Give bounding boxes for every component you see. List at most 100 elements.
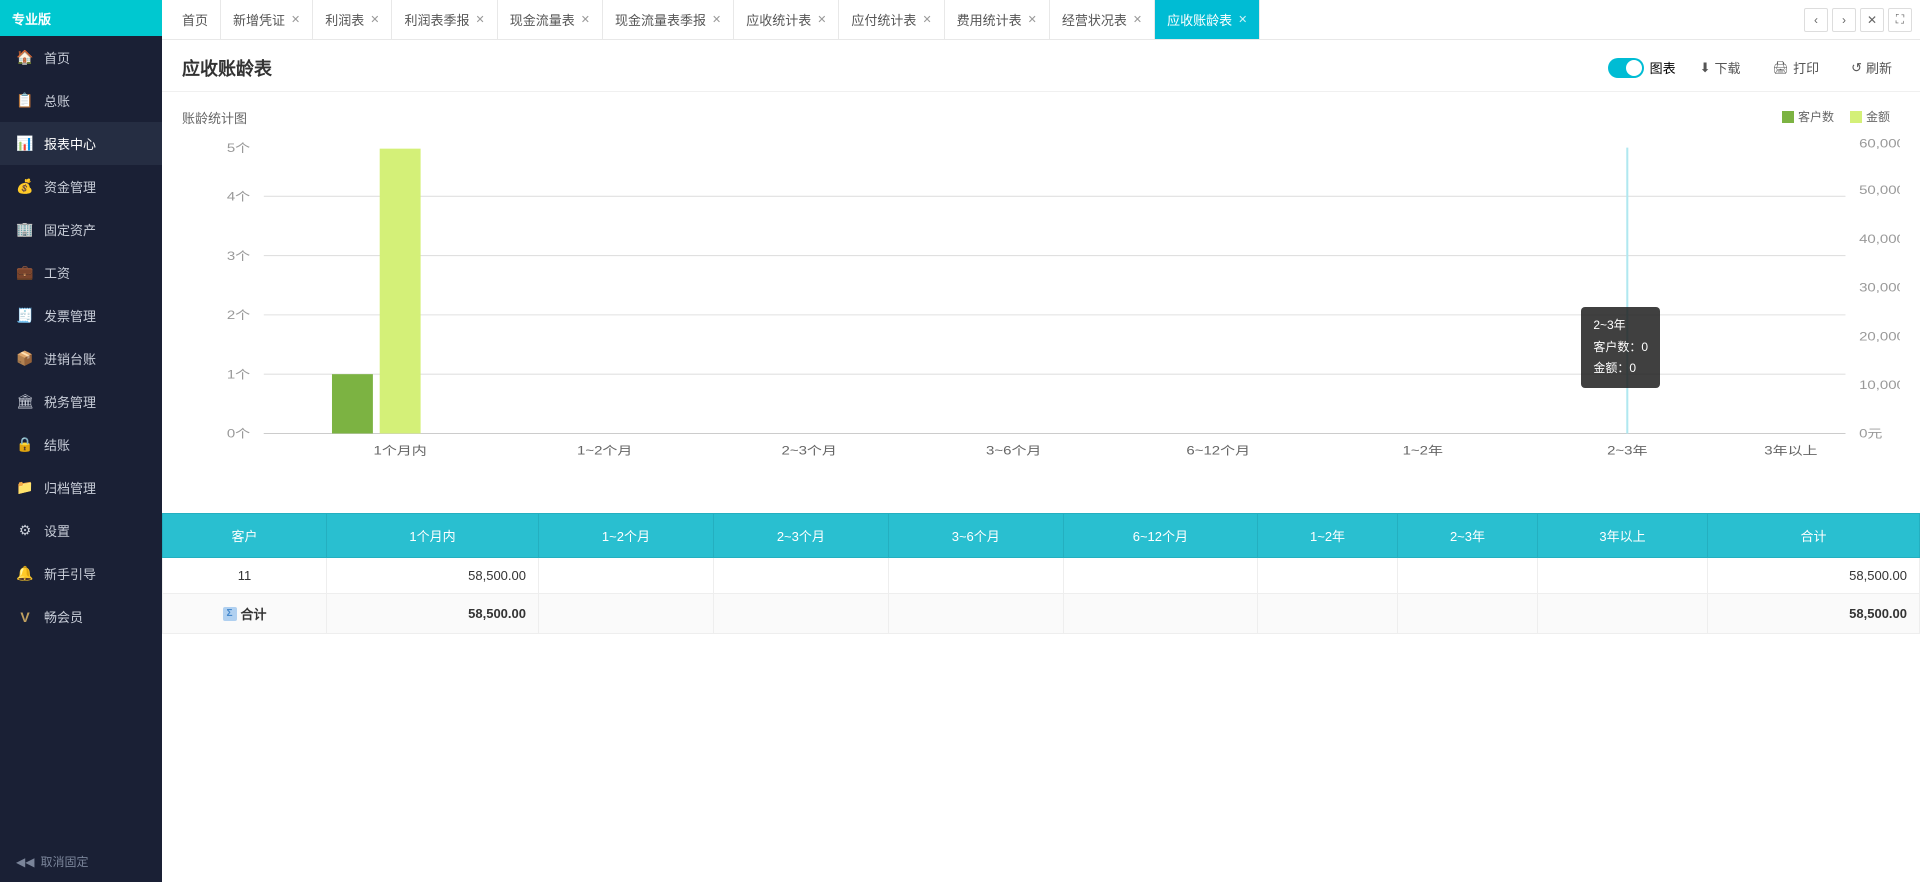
tab-cashflow-q-close[interactable]: ✕: [712, 13, 721, 26]
sidebar-label-settings: 设置: [44, 521, 70, 540]
refresh-btn[interactable]: ↺ 刷新: [1843, 54, 1900, 81]
sidebar-label-guide: 新手引导: [44, 564, 96, 583]
chart-legend: 客户数 金额: [1782, 108, 1890, 125]
td-y23: [1398, 558, 1538, 594]
tab-next-btn[interactable]: ›: [1832, 8, 1856, 32]
tab-prev-btn[interactable]: ‹: [1804, 8, 1828, 32]
td-m1: 58,500.00: [327, 558, 539, 594]
archive-icon: 📁: [16, 479, 34, 496]
tab-cashflow[interactable]: 现金流量表 ✕: [498, 0, 603, 40]
tab-profit-q-close[interactable]: ✕: [476, 13, 485, 26]
sidebar-label-payroll: 工资: [44, 263, 70, 282]
sidebar-item-archive[interactable]: 📁 归档管理: [0, 466, 162, 509]
sidebar-item-asset[interactable]: 🏢 固定资产: [0, 208, 162, 251]
fund-icon: 💰: [16, 178, 34, 195]
settings-icon: ⚙: [16, 522, 34, 539]
tab-profit[interactable]: 利润表 ✕: [313, 0, 392, 40]
page-content: 应收账龄表 图表 ⬇ 下载 🖨 打印 ↺ 刷新: [162, 40, 1920, 882]
sidebar-item-close[interactable]: 🔒 结账: [0, 423, 162, 466]
tab-voucher-label: 新增凭证: [233, 10, 285, 29]
td-m23: [713, 558, 888, 594]
page-header: 应收账龄表 图表 ⬇ 下载 🖨 打印 ↺ 刷新: [162, 40, 1920, 92]
sidebar-item-fund[interactable]: 💰 资金管理: [0, 165, 162, 208]
download-btn[interactable]: ⬇ 下载: [1692, 54, 1749, 81]
th-y23: 2~3年: [1398, 514, 1538, 558]
svg-text:3个: 3个: [227, 249, 250, 262]
sidebar-item-payroll[interactable]: 💼 工资: [0, 251, 162, 294]
tab-cashflow-q[interactable]: 现金流量表季报 ✕: [603, 0, 734, 40]
sidebar-label-ledger: 总账: [44, 91, 70, 110]
download-icon: ⬇: [1700, 60, 1711, 76]
legend-customers-dot: [1782, 111, 1794, 123]
sidebar-item-ledger[interactable]: 📋 总账: [0, 79, 162, 122]
tab-bar: 首页 新增凭证 ✕ 利润表 ✕ 利润表季报 ✕ 现金流量表 ✕ 现金流量表季报 …: [162, 0, 1920, 40]
member-icon: V: [16, 609, 34, 625]
svg-text:2个: 2个: [227, 309, 250, 322]
td-total-y12: [1258, 594, 1398, 634]
th-m612: 6~12个月: [1063, 514, 1257, 558]
svg-text:1个: 1个: [227, 368, 250, 381]
chart-toggle[interactable]: 图表: [1608, 58, 1676, 78]
svg-text:20,000.00元: 20,000.00元: [1859, 330, 1900, 343]
home-icon: 🏠: [16, 49, 34, 66]
tab-voucher[interactable]: 新增凭证 ✕: [221, 0, 313, 40]
legend-customers-label: 客户数: [1798, 108, 1834, 125]
legend-amount-dot: [1850, 111, 1862, 123]
sidebar-item-guide[interactable]: 🔔 新手引导: [0, 552, 162, 595]
td-m36: [888, 558, 1063, 594]
tab-biz-stat[interactable]: 经营状况表 ✕: [1050, 0, 1155, 40]
refresh-icon: ↺: [1851, 60, 1862, 76]
page-actions: 图表 ⬇ 下载 🖨 打印 ↺ 刷新: [1608, 54, 1900, 81]
tab-ap-stat[interactable]: 应付统计表 ✕: [839, 0, 944, 40]
tab-close-all-btn[interactable]: ✕: [1860, 8, 1884, 32]
chart-svg: 0个 1个 2个 3个 4个 5个 0元 10,000.00元 20,000.0…: [182, 137, 1900, 497]
tab-ar-age-close[interactable]: ✕: [1238, 13, 1247, 26]
collapse-sidebar-btn[interactable]: ◀◀ 取消固定: [0, 841, 162, 882]
sidebar-item-report[interactable]: 📊 报表中心: [0, 122, 162, 165]
toggle-label: 图表: [1650, 58, 1676, 77]
td-total-m12: [538, 594, 713, 634]
print-label: 打印: [1793, 58, 1819, 77]
tab-ap-stat-close[interactable]: ✕: [922, 13, 931, 26]
table-section: 客户 1个月内 1~2个月 2~3个月 3~6个月 6~12个月 1~2年 2~…: [162, 513, 1920, 634]
sidebar-label-close: 结账: [44, 435, 70, 454]
svg-text:3年以上: 3年以上: [1764, 444, 1817, 457]
tab-ar-stat-label: 应收统计表: [746, 10, 811, 29]
svg-text:3~6个月: 3~6个月: [986, 444, 1041, 457]
tab-ar-stat[interactable]: 应收统计表 ✕: [734, 0, 839, 40]
svg-text:2~3个月: 2~3个月: [782, 444, 837, 457]
td-total-m1: 58,500.00: [327, 594, 539, 634]
svg-text:4个: 4个: [227, 190, 250, 203]
tab-profit-close[interactable]: ✕: [370, 13, 379, 26]
table-total-row: Σ 合计 58,500.00 58,500.00: [163, 594, 1920, 634]
sidebar-item-purchase[interactable]: 📦 进销台账: [0, 337, 162, 380]
sidebar-item-settings[interactable]: ⚙ 设置: [0, 509, 162, 552]
td-total-m36: [888, 594, 1063, 634]
td-total: 58,500.00: [1707, 558, 1919, 594]
tab-ar-stat-close[interactable]: ✕: [817, 13, 826, 26]
tab-expense-close[interactable]: ✕: [1028, 13, 1037, 26]
sidebar-item-tax[interactable]: 🏛 税务管理: [0, 380, 162, 423]
toggle-switch-btn[interactable]: [1608, 58, 1644, 78]
sidebar-item-invoice[interactable]: 🧾 发票管理: [0, 294, 162, 337]
tab-voucher-close[interactable]: ✕: [291, 13, 300, 26]
tab-expand-btn[interactable]: ⛶: [1888, 8, 1912, 32]
tab-ar-age[interactable]: 应收账龄表 ✕: [1155, 0, 1260, 40]
tab-expense[interactable]: 费用统计表 ✕: [945, 0, 1050, 40]
legend-amount-label: 金额: [1866, 108, 1890, 125]
tab-profit-q[interactable]: 利润表季报 ✕: [392, 0, 497, 40]
table-row: 11 58,500.00 58,500.00: [163, 558, 1920, 594]
tab-home[interactable]: 首页: [170, 0, 221, 40]
sidebar: 专业版 🏠 首页 📋 总账 📊 报表中心 💰 资金管理 🏢 固定资产 💼 工资 …: [0, 0, 162, 882]
tab-ap-stat-label: 应付统计表: [851, 10, 916, 29]
tab-profit-q-label: 利润表季报: [404, 10, 469, 29]
td-total-y23: [1398, 594, 1538, 634]
print-btn[interactable]: 🖨 打印: [1765, 54, 1828, 81]
th-m23: 2~3个月: [713, 514, 888, 558]
tab-biz-stat-close[interactable]: ✕: [1133, 13, 1142, 26]
tab-cashflow-close[interactable]: ✕: [581, 13, 590, 26]
sidebar-item-home[interactable]: 🏠 首页: [0, 36, 162, 79]
sidebar-label-member: 畅会员: [44, 607, 83, 626]
svg-text:1~2个月: 1~2个月: [577, 444, 632, 457]
sidebar-item-member[interactable]: V 畅会员: [0, 595, 162, 638]
